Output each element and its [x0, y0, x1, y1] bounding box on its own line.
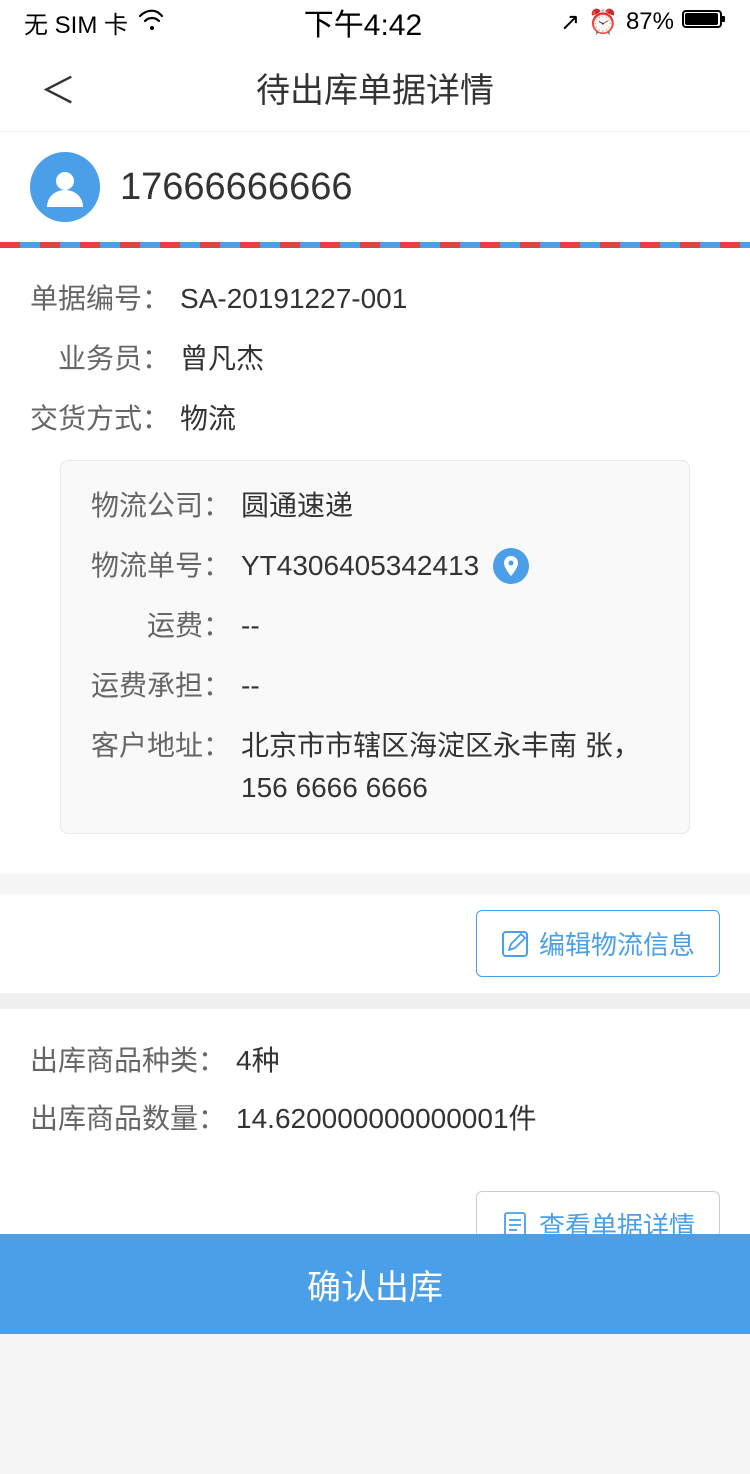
- wifi-icon: [138, 8, 166, 37]
- back-button[interactable]: ＜: [30, 52, 86, 124]
- freight-bearer-label: 运费承担：: [81, 665, 241, 707]
- goods-quantity-row: 出库商品数量： 14.620000000000001件: [30, 1097, 720, 1137]
- goods-section: 出库商品种类： 4种 出库商品数量： 14.620000000000001件: [0, 1009, 750, 1175]
- edit-icon: [501, 930, 529, 958]
- goods-quantity-label: 出库商品数量：: [30, 1097, 236, 1137]
- goods-types-row: 出库商品种类： 4种: [30, 1039, 720, 1079]
- delivery-value: 物流: [180, 398, 720, 440]
- section-divider: [0, 993, 750, 1009]
- address-value: 北京市市辖区海淀区永丰南 张，156 6666 6666: [241, 725, 669, 809]
- status-time: 下午4:42: [304, 0, 422, 44]
- tracking-row: 物流单号： YT4306405342413: [81, 545, 669, 587]
- logistics-company-label: 物流公司：: [81, 485, 241, 527]
- page-title: 待出库单据详情: [256, 63, 494, 112]
- doc-number-row: 单据编号： SA-20191227-001: [30, 278, 720, 320]
- logistics-company-row: 物流公司： 圆通速递: [81, 485, 669, 527]
- address-label: 客户地址：: [81, 725, 241, 767]
- avatar: [30, 152, 100, 222]
- logistics-company-value: 圆通速递: [241, 485, 669, 527]
- edit-btn-container: 编辑物流信息: [0, 894, 750, 993]
- alarm-icon: ⏰: [588, 8, 618, 37]
- delivery-label: 交货方式：: [30, 398, 180, 440]
- status-bar-left: 无 SIM 卡: [24, 5, 166, 40]
- tracking-label: 物流单号：: [81, 545, 241, 587]
- confirm-btn-label: 确认出库: [307, 1260, 443, 1309]
- nav-bar: ＜ 待出库单据详情: [0, 44, 750, 132]
- customer-phone: 17666666666: [120, 166, 352, 209]
- confirm-btn-bar[interactable]: 确认出库: [0, 1234, 750, 1334]
- goods-types-label: 出库商品种类：: [30, 1039, 236, 1079]
- map-pin-icon[interactable]: [493, 548, 529, 584]
- edit-btn-label: 编辑物流信息: [539, 925, 695, 962]
- carrier-text: 无 SIM 卡: [24, 5, 128, 40]
- salesman-value: 曾凡杰: [180, 338, 720, 380]
- address-row: 客户地址： 北京市市辖区海淀区永丰南 张，156 6666 6666: [81, 725, 669, 809]
- salesman-row: 业务员： 曾凡杰: [30, 338, 720, 380]
- freight-bearer-row: 运费承担： --: [81, 665, 669, 707]
- freight-value: --: [241, 605, 669, 647]
- doc-number-value: SA-20191227-001: [180, 278, 720, 320]
- battery-icon: [682, 8, 726, 37]
- logistics-card: 物流公司： 圆通速递 物流单号： YT4306405342413 运费： -- …: [60, 460, 690, 834]
- freight-bearer-value: --: [241, 665, 669, 707]
- document-info-section: 单据编号： SA-20191227-001 业务员： 曾凡杰 交货方式： 物流 …: [0, 248, 750, 874]
- edit-logistics-button[interactable]: 编辑物流信息: [476, 910, 720, 977]
- doc-number-label: 单据编号：: [30, 278, 180, 320]
- status-bar: 无 SIM 卡 下午4:42 ↗ ⏰ 87%: [0, 0, 750, 44]
- battery-text: 87%: [626, 8, 674, 36]
- location-status-icon: ↗: [560, 8, 580, 37]
- salesman-label: 业务员：: [30, 338, 180, 380]
- goods-quantity-value: 14.620000000000001件: [236, 1097, 537, 1137]
- tracking-value: YT4306405342413: [241, 545, 669, 587]
- customer-header: 17666666666: [0, 132, 750, 242]
- tracking-number: YT4306405342413: [241, 545, 479, 587]
- status-bar-right: ↗ ⏰ 87%: [560, 8, 726, 37]
- freight-row: 运费： --: [81, 605, 669, 647]
- goods-types-value: 4种: [236, 1039, 280, 1079]
- delivery-row: 交货方式： 物流: [30, 398, 720, 440]
- freight-label: 运费：: [81, 605, 241, 647]
